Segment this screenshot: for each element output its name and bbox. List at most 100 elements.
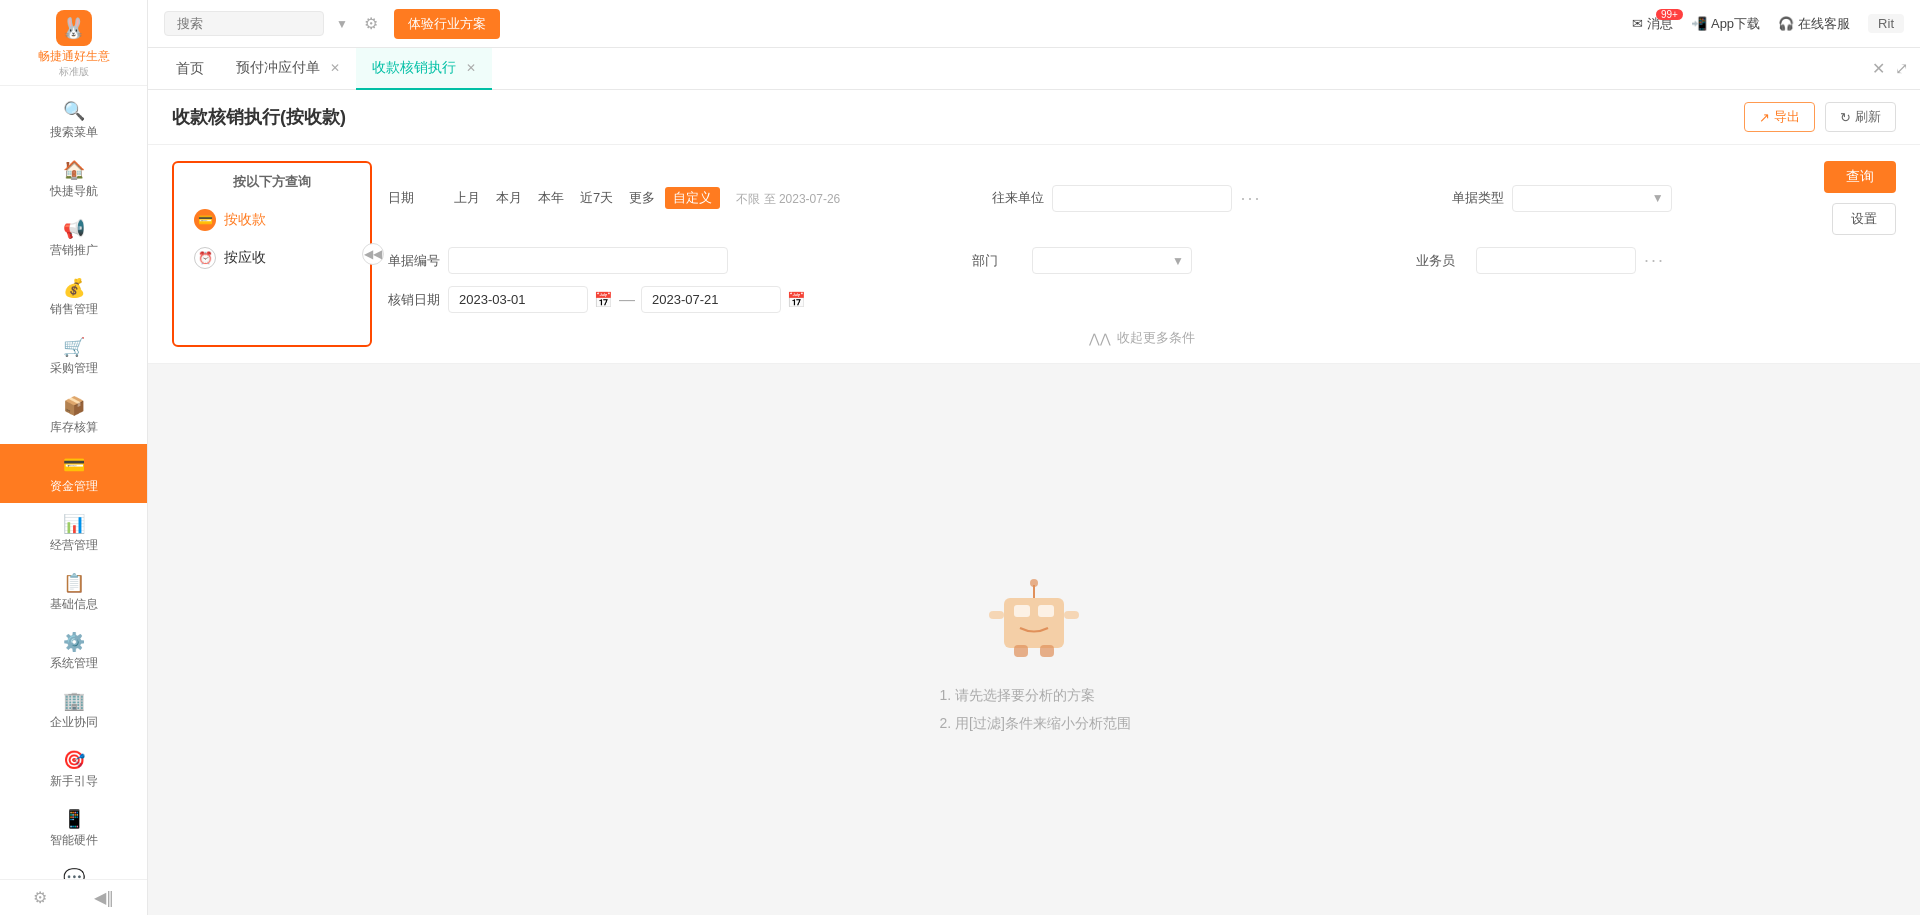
date-this-year-btn[interactable]: 本年	[532, 187, 570, 209]
finance-icon: 💳	[63, 454, 85, 476]
page-header: 收款核销执行(按收款) ↗ 导出 ↻ 刷新	[148, 90, 1920, 145]
sidebar-item-finance[interactable]: 💳 资金管理	[0, 444, 147, 503]
sidebar-item-enterprise[interactable]: 🏢 企业协同	[0, 680, 147, 739]
sidebar-collapse-btn[interactable]: ◀‖	[94, 888, 114, 907]
sidebar-item-label: 基础信息	[50, 596, 98, 613]
page-header-btns: ↗ 导出 ↻ 刷新	[1744, 102, 1896, 144]
tab-prepay[interactable]: 预付冲应付单 ✕	[220, 48, 356, 90]
tab-collection[interactable]: 收款核销执行 ✕	[356, 48, 492, 90]
sidebar-item-guide[interactable]: 🎯 新手引导	[0, 739, 147, 798]
tabbar-window-btns: ✕ ⤢	[1872, 59, 1908, 78]
service-label: 在线客服	[1798, 15, 1850, 33]
empty-tip-2: 用[过滤]条件来缩小分析范围	[955, 709, 1131, 737]
staff-input[interactable]	[1476, 247, 1636, 274]
main-area: ▼ ⚙ 体验行业方案 ✉ 消息 99+ 📲 App下载 🎧 在线客服 Rit	[148, 0, 1920, 915]
sidebar-item-operation[interactable]: 📊 经营管理	[0, 503, 147, 562]
query-button[interactable]: 查询	[1824, 161, 1896, 193]
date-more-btn[interactable]: 更多	[623, 187, 661, 209]
tabbar-close-btn[interactable]: ✕	[1872, 59, 1885, 78]
verify-date-from-input[interactable]	[448, 286, 588, 313]
filter-option-by-receivable[interactable]: ⏰ 按应收	[174, 239, 370, 277]
counterpart-dots-btn[interactable]: ···	[1240, 188, 1261, 209]
topbar-app-download-btn[interactable]: 📲 App下载	[1691, 15, 1760, 33]
tabbar-fullscreen-btn[interactable]: ⤢	[1895, 59, 1908, 78]
app-logo-icon: 🐰	[56, 10, 92, 46]
sidebar-item-sales[interactable]: 💰 销售管理	[0, 267, 147, 326]
topbar-chevron-icon[interactable]: ▼	[336, 17, 348, 31]
svg-rect-6	[1064, 611, 1079, 619]
tab-prepay-close-icon[interactable]: ✕	[330, 61, 340, 75]
sidebar-item-label: 新手引导	[50, 773, 98, 790]
filter-actions-col: 查询 设置	[1824, 161, 1896, 235]
collapse-more-btn[interactable]: ⋀⋀ 收起更多条件	[388, 329, 1896, 347]
sidebar-item-wechat[interactable]: 💬 企业微信	[0, 857, 147, 879]
sidebar-item-hardware[interactable]: 📱 智能硬件	[0, 798, 147, 857]
verify-date-to-cal-icon[interactable]: 📅	[787, 291, 806, 309]
sidebar-item-marketing[interactable]: 📢 营销推广	[0, 208, 147, 267]
filter-row-2: 单据编号 部门 ▼ 业务员	[388, 247, 1896, 274]
topbar-user-menu[interactable]: Rit	[1868, 14, 1904, 33]
filter-type-title: 按以下方查询	[174, 173, 370, 191]
tabbar: 首页 预付冲应付单 ✕ 收款核销执行 ✕ ✕ ⤢	[148, 48, 1920, 90]
empty-state: 请先选择要分析的方案 用[过滤]条件来缩小分析范围	[148, 364, 1920, 915]
date-unlimit-text: 不限 至 2023-07-26	[736, 189, 840, 208]
refresh-button[interactable]: ↻ 刷新	[1825, 102, 1896, 132]
topbar-industry-btn[interactable]: 体验行业方案	[394, 9, 500, 39]
filter-type-selector: 按以下方查询 💳 按收款 ⏰ 按应收 ◀◀	[172, 161, 372, 347]
topbar-message-btn[interactable]: ✉ 消息 99+	[1632, 15, 1673, 33]
filter-collapse-btn[interactable]: ◀◀	[362, 243, 384, 265]
filter-row-3: 核销日期 📅 — 📅	[388, 286, 1896, 313]
empty-robot-illustration	[984, 563, 1084, 663]
sidebar-item-label: 企业协同	[50, 714, 98, 731]
by-receivable-icon: ⏰	[194, 247, 216, 269]
filter-option-by-receipt[interactable]: 💳 按收款	[174, 201, 370, 239]
message-badge: 99+	[1656, 9, 1683, 20]
sidebar-item-label: 资金管理	[50, 478, 98, 495]
dept-select[interactable]	[1032, 247, 1192, 274]
tab-collection-close-icon[interactable]: ✕	[466, 61, 476, 75]
dept-label: 部门	[972, 252, 1024, 270]
topbar-search-input[interactable]	[164, 11, 324, 36]
date-last-month-btn[interactable]: 上月	[448, 187, 486, 209]
user-name: Rit	[1878, 16, 1894, 31]
operation-icon: 📊	[63, 513, 85, 535]
date-7days-btn[interactable]: 近7天	[574, 187, 619, 209]
purchase-icon: 🛒	[63, 336, 85, 358]
date-custom-btn[interactable]: 自定义	[665, 187, 720, 209]
tab-home[interactable]: 首页	[160, 48, 220, 90]
by-receivable-label: 按应收	[224, 249, 266, 267]
bill-type-select-wrap: ▼	[1512, 185, 1672, 212]
sidebar-item-quick-nav[interactable]: 🏠 快捷导航	[0, 149, 147, 208]
topbar-gear-icon[interactable]: ⚙	[364, 14, 378, 33]
robot-svg	[984, 563, 1084, 663]
staff-dots-btn[interactable]: ···	[1644, 250, 1665, 271]
bill-type-select[interactable]	[1512, 185, 1672, 212]
date-this-month-btn[interactable]: 本月	[490, 187, 528, 209]
settings-button[interactable]: 设置	[1832, 203, 1896, 235]
hardware-icon: 📱	[63, 808, 85, 830]
svg-rect-7	[1014, 645, 1028, 657]
sidebar-item-basic-info[interactable]: 📋 基础信息	[0, 562, 147, 621]
sidebar-item-label: 经营管理	[50, 537, 98, 554]
verify-date-from-cal-icon[interactable]: 📅	[594, 291, 613, 309]
export-button[interactable]: ↗ 导出	[1744, 102, 1815, 132]
bill-no-input[interactable]	[448, 247, 728, 274]
topbar-service-btn[interactable]: 🎧 在线客服	[1778, 15, 1850, 33]
sidebar-settings-btn[interactable]: ⚙	[33, 888, 47, 907]
verify-date-range: 📅 — 📅	[448, 286, 806, 313]
export-icon: ↗	[1759, 110, 1770, 125]
sales-icon: 💰	[63, 277, 85, 299]
verify-date-to-input[interactable]	[641, 286, 781, 313]
system-icon: ⚙️	[63, 631, 85, 653]
counterpart-input[interactable]	[1052, 185, 1232, 212]
sidebar-item-system[interactable]: ⚙️ 系统管理	[0, 621, 147, 680]
sidebar-item-inventory[interactable]: 📦 库存核算	[0, 385, 147, 444]
sidebar-item-purchase[interactable]: 🛒 采购管理	[0, 326, 147, 385]
date-options-group: 上月 本月 本年 近7天 更多 自定义	[448, 187, 720, 209]
quick-nav-icon: 🏠	[63, 159, 85, 181]
empty-tip-1: 请先选择要分析的方案	[955, 681, 1131, 709]
sidebar: 🐰 畅捷通好生意 标准版 🔍 搜索菜单 🏠 快捷导航 📢 营销推广 💰 销售管理…	[0, 0, 148, 915]
topbar: ▼ ⚙ 体验行业方案 ✉ 消息 99+ 📲 App下载 🎧 在线客服 Rit	[148, 0, 1920, 48]
sidebar-item-search-menu[interactable]: 🔍 搜索菜单	[0, 90, 147, 149]
filter-field-date: 日期 上月 本月 本年 近7天 更多 自定义 不限 至 2023-07-26	[388, 187, 968, 209]
